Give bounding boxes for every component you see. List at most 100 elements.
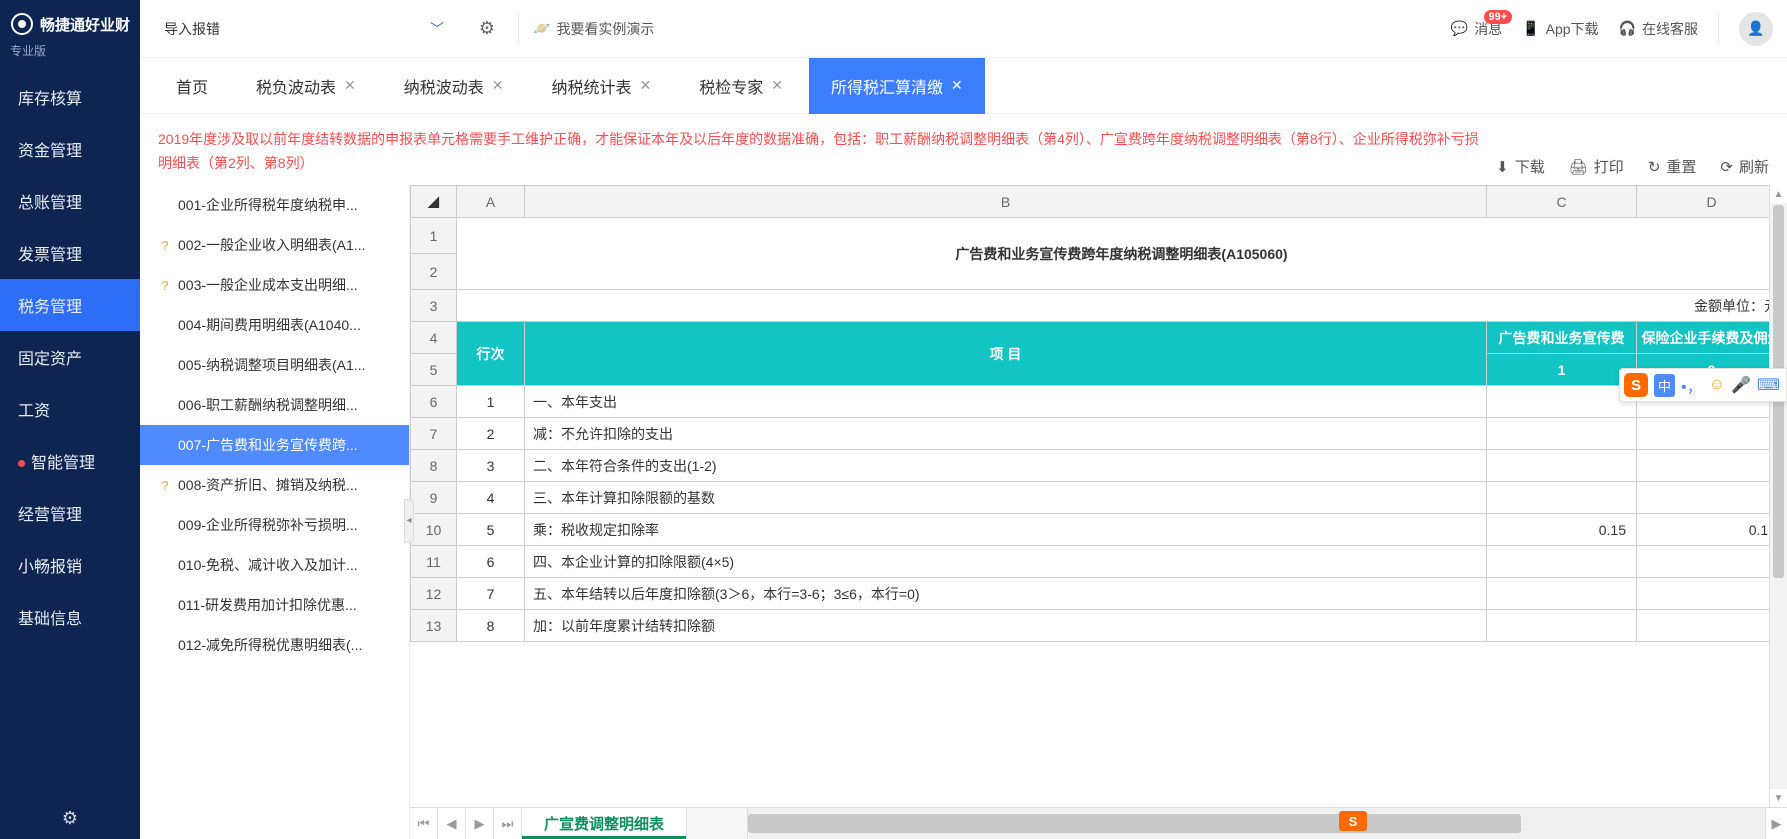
scroll-right-icon[interactable]: ▶: [1765, 808, 1787, 839]
ime-emoji-icon[interactable]: ☺: [1709, 376, 1725, 394]
header-col1[interactable]: 广告费和业务宣传费: [1487, 322, 1637, 354]
cell-rowno[interactable]: 5: [457, 514, 525, 546]
download-button[interactable]: ⬇下载: [1496, 156, 1545, 177]
cell-rowno[interactable]: 7: [457, 578, 525, 610]
form-list-item[interactable]: 012-减免所得税优惠明细表(...: [140, 625, 409, 665]
page-tab[interactable]: 税负波动表✕: [234, 58, 378, 114]
form-list-item[interactable]: 009-企业所得税弥补亏损明...: [140, 505, 409, 545]
header-item[interactable]: 项 目: [525, 322, 1487, 386]
nav-item[interactable]: 发票管理: [0, 227, 140, 279]
close-icon[interactable]: ✕: [951, 77, 963, 94]
cell-item[interactable]: 减：不允许扣除的支出: [525, 418, 1487, 450]
corner-cell[interactable]: ◢: [411, 186, 457, 218]
print-button[interactable]: 🖨打印: [1569, 156, 1624, 177]
cell-value[interactable]: [1487, 482, 1637, 514]
col-head[interactable]: D: [1637, 186, 1787, 218]
reset-button[interactable]: ↻重置: [1648, 156, 1697, 177]
cell-value[interactable]: [1487, 578, 1637, 610]
close-icon[interactable]: ✕: [771, 77, 783, 94]
sheet-nav-first[interactable]: ⏮: [410, 808, 438, 839]
nav-item[interactable]: 资金管理: [0, 123, 140, 175]
row-head[interactable]: 9: [411, 482, 457, 514]
cell-item[interactable]: 二、本年符合条件的支出(1-2): [525, 450, 1487, 482]
import-settings-button[interactable]: ⚙: [470, 12, 504, 46]
form-list-item[interactable]: 011-研发费用加计扣除优惠...: [140, 585, 409, 625]
cell-value[interactable]: [1487, 386, 1637, 418]
row-head[interactable]: 4: [411, 322, 457, 354]
page-tab[interactable]: 税检专家✕: [677, 58, 805, 114]
cell-rowno[interactable]: 2: [457, 418, 525, 450]
unit-label[interactable]: 金额单位：元: [457, 290, 1787, 322]
scroll-down-icon[interactable]: ▼: [1770, 789, 1787, 807]
refresh-button[interactable]: ⟳刷新: [1720, 156, 1769, 177]
cell-value[interactable]: [1637, 450, 1787, 482]
cell-value[interactable]: [1637, 482, 1787, 514]
form-list-item[interactable]: ?002-一般企业收入明细表(A1...: [140, 225, 409, 265]
nav-item[interactable]: 智能管理: [0, 435, 140, 487]
nav-item[interactable]: 经营管理: [0, 487, 140, 539]
cell-value[interactable]: [1637, 610, 1787, 642]
row-head[interactable]: 8: [411, 450, 457, 482]
form-list-item[interactable]: 001-企业所得税年度纳税申...: [140, 185, 409, 225]
scroll-up-icon[interactable]: ▲: [1770, 185, 1787, 203]
page-tab[interactable]: 所得税汇算清缴✕: [809, 58, 985, 114]
sheet-title[interactable]: 广告费和业务宣传费跨年度纳税调整明细表(A105060): [457, 218, 1787, 290]
support-button[interactable]: 🎧 在线客服: [1619, 19, 1698, 39]
close-icon[interactable]: ✕: [640, 77, 652, 94]
nav-item[interactable]: 税务管理: [0, 279, 140, 331]
row-head[interactable]: 12: [411, 578, 457, 610]
cell-item[interactable]: 一、本年支出: [525, 386, 1487, 418]
ime-mini-icon[interactable]: S: [1339, 811, 1367, 831]
cell-item[interactable]: 五、本年结转以后年度扣除额(3＞6，本行=3-6；3≤6，本行=0): [525, 578, 1487, 610]
cell-value[interactable]: [1487, 546, 1637, 578]
demo-link[interactable]: 🪐 我要看实例演示: [533, 19, 654, 39]
cell-value[interactable]: [1487, 610, 1637, 642]
vertical-scrollbar[interactable]: ▲ ▼: [1769, 185, 1787, 807]
sheet-nav-last[interactable]: ⏭: [494, 808, 522, 839]
cell-rowno[interactable]: 8: [457, 610, 525, 642]
cell-value[interactable]: [1487, 450, 1637, 482]
close-icon[interactable]: ✕: [344, 77, 356, 94]
row-head[interactable]: 5: [411, 354, 457, 386]
row-head[interactable]: 7: [411, 418, 457, 450]
col-head[interactable]: A: [457, 186, 525, 218]
messages-button[interactable]: 💬 消息 99+: [1451, 19, 1502, 39]
col-head[interactable]: C: [1487, 186, 1637, 218]
row-head[interactable]: 6: [411, 386, 457, 418]
sheet-scroll[interactable]: ◢ A B C D 1 广告费和业务宣传费跨年度纳税调整明细表(A105060)…: [410, 185, 1787, 807]
page-tab[interactable]: 纳税统计表✕: [530, 58, 674, 114]
user-avatar[interactable]: 👤: [1739, 12, 1773, 46]
cell-rowno[interactable]: 6: [457, 546, 525, 578]
form-list-item[interactable]: 004-期间费用明细表(A1040...: [140, 305, 409, 345]
settings-gear-icon[interactable]: ⚙: [0, 808, 140, 829]
form-list-item[interactable]: 010-免税、减计收入及加计...: [140, 545, 409, 585]
horizontal-scrollbar[interactable]: [747, 808, 1765, 839]
sheet-tab[interactable]: 广宣费调整明细表: [522, 808, 687, 839]
nav-item[interactable]: 小畅报销: [0, 539, 140, 591]
cell-rowno[interactable]: 4: [457, 482, 525, 514]
form-list-item[interactable]: 005-纳税调整项目明细表(A1...: [140, 345, 409, 385]
cell-item[interactable]: 乘：税收规定扣除率: [525, 514, 1487, 546]
cell-value[interactable]: 0.15: [1487, 514, 1637, 546]
nav-item[interactable]: 固定资产: [0, 331, 140, 383]
row-head[interactable]: 13: [411, 610, 457, 642]
close-icon[interactable]: ✕: [492, 77, 504, 94]
cell-value[interactable]: [1637, 546, 1787, 578]
header-col1-sub[interactable]: 1: [1487, 354, 1637, 386]
ime-lang-badge[interactable]: 中: [1654, 374, 1675, 397]
sheet-nav-next[interactable]: ▶: [466, 808, 494, 839]
cell-value[interactable]: [1487, 418, 1637, 450]
cell-value[interactable]: [1637, 418, 1787, 450]
cell-value[interactable]: 0.18: [1637, 514, 1787, 546]
nav-item[interactable]: 基础信息: [0, 591, 140, 643]
col-head[interactable]: B: [525, 186, 1487, 218]
cell-item[interactable]: 三、本年计算扣除限额的基数: [525, 482, 1487, 514]
cell-rowno[interactable]: 3: [457, 450, 525, 482]
row-head[interactable]: 1: [411, 218, 457, 254]
sheet-nav-prev[interactable]: ◀: [438, 808, 466, 839]
scroll-thumb[interactable]: [748, 814, 1521, 833]
form-list-item[interactable]: 006-职工薪酬纳税调整明细...: [140, 385, 409, 425]
form-list-item[interactable]: 007-广告费和业务宣传费跨...: [140, 425, 409, 465]
ime-mic-icon[interactable]: 🎤: [1731, 375, 1751, 395]
page-tab[interactable]: 纳税波动表✕: [382, 58, 526, 114]
